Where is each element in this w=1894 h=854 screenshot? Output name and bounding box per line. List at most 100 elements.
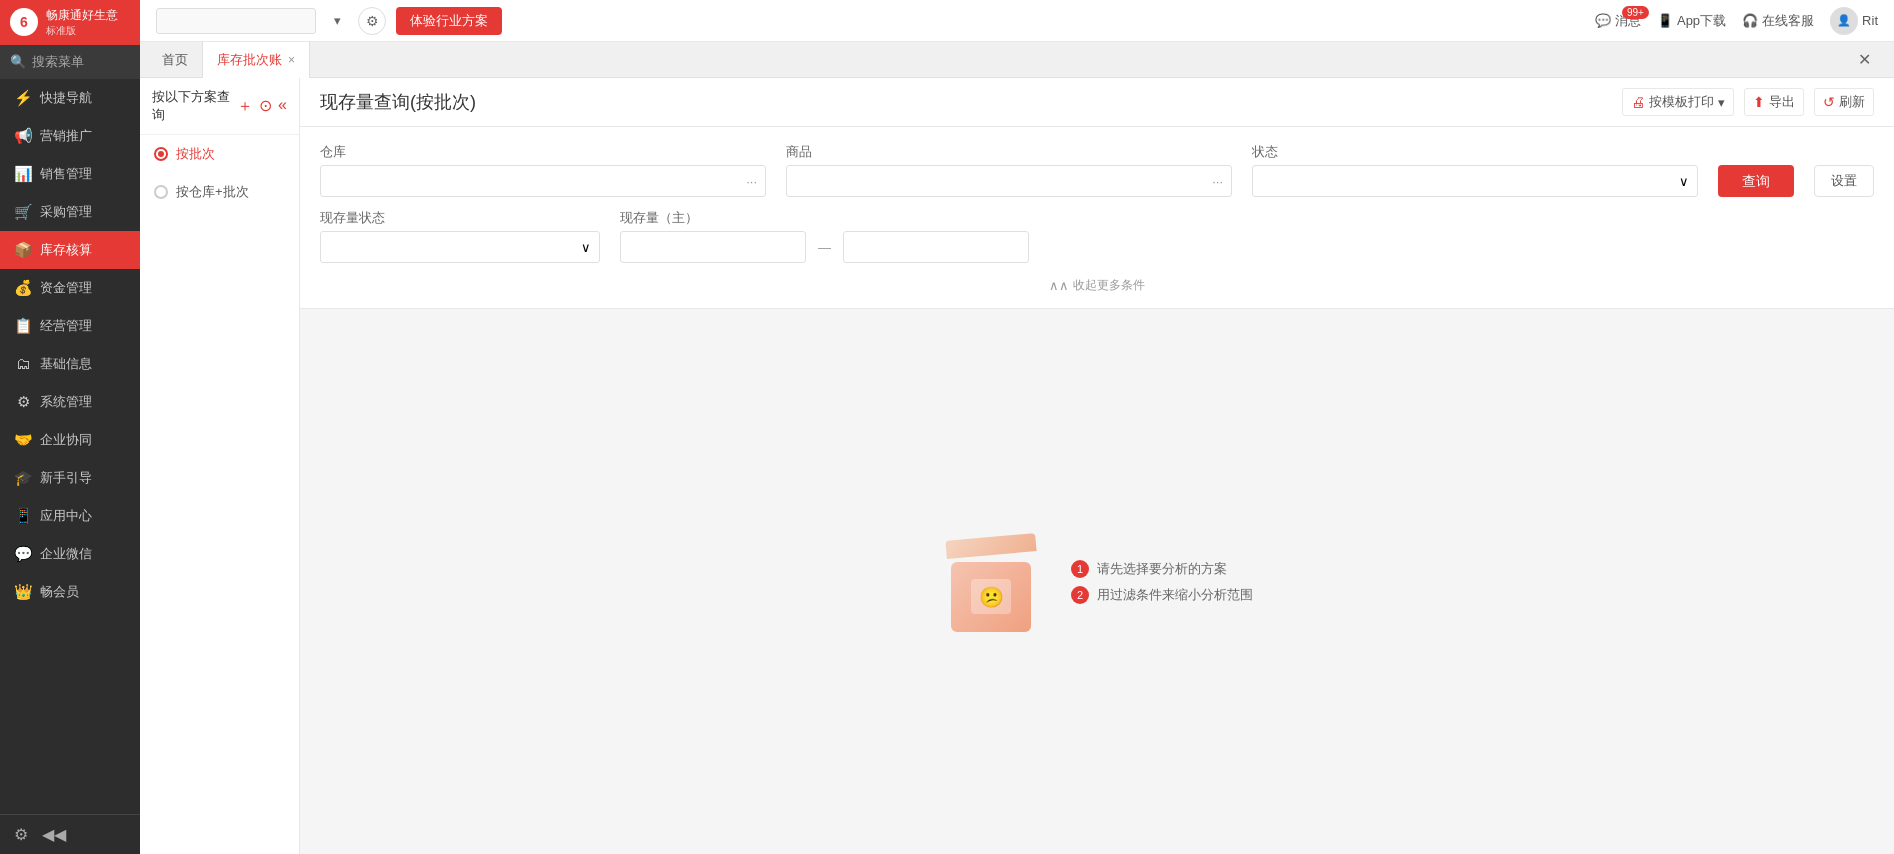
search-row-2: 现存量状态 ∨ 现存量（主） — [320,209,1874,263]
wechat-icon: 💬 [14,545,32,563]
filter-settings-icon[interactable]: ⊙ [259,96,272,117]
sidebar-item-operations[interactable]: 📋 经营管理 [0,307,140,345]
tab-close-btn[interactable]: × [288,53,295,67]
sidebar-item-basic-info[interactable]: 🗂 基础信息 [0,345,140,383]
stock-status-label: 现存量状态 [320,209,600,227]
tab-panel-close: ✕ [1850,46,1886,74]
purchase-icon: 🛒 [14,203,32,221]
sidebar-item-label: 销售管理 [40,165,92,183]
query-button[interactable]: 查询 [1718,165,1794,197]
sidebar-search[interactable]: 🔍 搜索菜单 [0,45,140,79]
user-avatar-area[interactable]: 👤 Rit [1830,7,1878,35]
print-button[interactable]: 🖨 按模板打印 ▾ [1622,88,1734,116]
sidebar-menu: ⚡ 快捷导航 📢 营销推广 📊 销售管理 🛒 采购管理 📦 库存核算 💰 资金管… [0,79,140,814]
search-row-1: 仓库 ··· 商品 ··· 状态 [320,143,1874,197]
empty-box-lid [945,533,1036,559]
sidebar-item-guide[interactable]: 🎓 新手引导 [0,459,140,497]
print-icon: 🖨 [1631,94,1645,110]
sidebar-header: 6 畅康通好生意 标准版 [0,0,140,45]
sidebar-item-inventory[interactable]: 📦 库存核算 [0,231,140,269]
settings-button[interactable]: 设置 [1814,165,1874,197]
sidebar-item-label: 库存核算 [40,241,92,259]
sidebar-item-member[interactable]: 👑 畅会员 [0,573,140,611]
stock-status-field: 现存量状态 ∨ [320,209,600,263]
sidebar-item-navigation[interactable]: ⚡ 快捷导航 [0,79,140,117]
filter-item-warehouse-batch[interactable]: 按仓库+批次 [140,173,299,211]
sidebar-item-enterprise[interactable]: 🤝 企业协同 [0,421,140,459]
product-more-btn[interactable]: ··· [1212,174,1223,189]
stock-status-arrow: ∨ [581,240,591,255]
online-support-btn[interactable]: 🎧 在线客服 [1742,12,1814,30]
edition-label: 标准版 [46,24,118,37]
warehouse-more-btn[interactable]: ··· [746,174,757,189]
stock-amount-max-input[interactable] [843,231,1029,263]
sidebar-item-marketing[interactable]: 📢 营销推广 [0,117,140,155]
experience-industry-button[interactable]: 体验行业方案 [396,7,502,35]
stock-amount-label: 现存量（主） [620,209,960,227]
settings-footer-icon[interactable]: ⚙ [14,825,28,844]
filter-radio-active [154,147,168,161]
topbar-gear-btn[interactable]: ⚙ [358,7,386,35]
filter-panel-header: 按以下方案查询 ＋ ⊙ « [140,78,299,135]
warehouse-input[interactable]: ··· [320,165,766,197]
topbar-right: 💬 消息 99+ 📱 App下载 🎧 在线客服 👤 Rit [1595,7,1878,35]
print-dropdown-icon[interactable]: ▾ [1718,95,1725,110]
sidebar-item-sales[interactable]: 📊 销售管理 [0,155,140,193]
finance-icon: 💰 [14,279,32,297]
sidebar-footer: ⚙ ◀◀ [0,814,140,854]
tabbar: 首页 库存批次账 × ✕ [140,42,1894,78]
collapse-label: 收起更多条件 [1073,277,1145,294]
sidebar-item-system[interactable]: ⚙ 系统管理 [0,383,140,421]
export-label: 导出 [1769,93,1795,111]
sidebar-item-appstore[interactable]: 📱 应用中心 [0,497,140,535]
headphone-icon: 🎧 [1742,13,1758,28]
refresh-icon: ↺ [1823,94,1835,110]
filter-add-icon[interactable]: ＋ [237,96,253,117]
member-icon: 👑 [14,583,32,601]
search-form: 仓库 ··· 商品 ··· 状态 [300,127,1894,309]
empty-tip-2-num: 2 [1071,586,1089,604]
status-select[interactable]: ∨ [1252,165,1698,197]
page-title-bar: 现存量查询(按批次) 🖨 按模板打印 ▾ ⬆ 导出 ↺ 刷新 [300,78,1894,127]
inventory-icon: 📦 [14,241,32,259]
avatar: 👤 [1830,7,1858,35]
filter-collapse-icon[interactable]: « [278,96,287,117]
product-input[interactable]: ··· [786,165,1232,197]
empty-tip-1: 1 请先选择要分析的方案 [1071,560,1253,578]
topbar-dropdown-btn[interactable]: ▾ [326,10,348,32]
messages-btn[interactable]: 💬 消息 99+ [1595,12,1641,30]
warehouse-field: 仓库 ··· [320,143,766,197]
sidebar-item-purchase[interactable]: 🛒 采购管理 [0,193,140,231]
sidebar-item-label: 畅会员 [40,583,79,601]
empty-box-face: 😕 [971,579,1011,614]
nav-icon: ⚡ [14,89,32,107]
collapse-sidebar-icon[interactable]: ◀◀ [42,825,66,844]
stock-status-select[interactable]: ∨ [320,231,600,263]
empty-text: 1 请先选择要分析的方案 2 用过滤条件来缩小分析范围 [1071,560,1253,604]
stock-amount-dash: — [818,240,831,255]
sidebar-item-label: 快捷导航 [40,89,92,107]
filter-item-batch-label: 按批次 [176,145,215,163]
tab-home[interactable]: 首页 [148,42,203,78]
sidebar-item-label: 企业微信 [40,545,92,563]
sales-icon: 📊 [14,165,32,183]
filter-panel: 按以下方案查询 ＋ ⊙ « 按批次 按仓库+批次 [140,78,300,854]
collapse-more-conditions[interactable]: ∧∧ 收起更多条件 [320,271,1874,300]
panel-close-button[interactable]: ✕ [1850,46,1878,74]
topbar-search-input[interactable] [156,8,316,34]
export-button[interactable]: ⬆ 导出 [1744,88,1804,116]
sidebar-item-wechat[interactable]: 💬 企业微信 [0,535,140,573]
filter-item-batch[interactable]: 按批次 [140,135,299,173]
topbar: ▾ ⚙ 体验行业方案 💬 消息 99+ 📱 App下载 🎧 在线客服 👤 Rit [140,0,1894,42]
app-download-btn[interactable]: 📱 App下载 [1657,12,1726,30]
refresh-button[interactable]: ↺ 刷新 [1814,88,1874,116]
sidebar-item-finance[interactable]: 💰 资金管理 [0,269,140,307]
print-label: 按模板打印 [1649,93,1714,111]
product-label: 商品 [786,143,1232,161]
empty-state: 😕 1 请先选择要分析的方案 2 用过滤条件来缩小分析范围 [300,309,1894,854]
empty-illustration: 😕 [941,532,1041,632]
filter-actions: ＋ ⊙ « [237,96,287,117]
stock-amount-min-input[interactable] [620,231,806,263]
status-arrow-icon: ∨ [1679,174,1689,189]
tab-inventory-batch[interactable]: 库存批次账 × [203,42,310,78]
